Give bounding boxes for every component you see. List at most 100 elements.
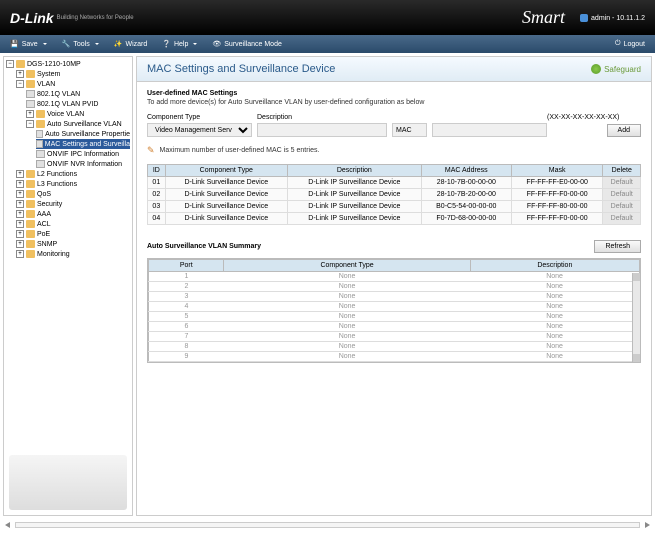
table-row: 6NoneNone xyxy=(149,322,640,332)
tree-auto-surv-prop[interactable]: Auto Surveillance Propertie xyxy=(36,129,130,139)
table-header: Description xyxy=(470,260,639,272)
surveillance-icon: 👁 xyxy=(212,40,221,48)
expand-icon[interactable]: + xyxy=(16,200,24,208)
nav-sidebar: −DGS-1210-10MP +System −VLAN 802.1Q VLAN… xyxy=(3,56,133,516)
table-cell: D-Link IP Surveillance Device xyxy=(287,189,421,201)
table-row: 1NoneNone xyxy=(149,272,640,282)
surveillance-menu[interactable]: 👁Surveillance Mode xyxy=(212,40,281,48)
tree-l2[interactable]: +L2 Functions xyxy=(16,169,130,179)
folder-icon xyxy=(26,240,35,248)
tree-l3[interactable]: +L3 Functions xyxy=(16,179,130,189)
table-row: 03D-Link Surveillance DeviceD-Link IP Su… xyxy=(148,201,641,213)
folder-icon xyxy=(26,80,35,88)
table-cell: FF-FF-FF-F0-00-00 xyxy=(511,189,603,201)
description-input[interactable] xyxy=(257,123,387,137)
scroll-right-icon[interactable] xyxy=(645,522,650,528)
table-cell: B0-C5-54-00-00-00 xyxy=(421,201,511,213)
tree-root[interactable]: −DGS-1210-10MP xyxy=(6,59,130,69)
expand-icon[interactable]: + xyxy=(16,210,24,218)
table-cell: 28-10-7B-20-00-00 xyxy=(421,189,511,201)
scrollbar[interactable] xyxy=(632,273,640,362)
tools-menu[interactable]: 🔧Tools xyxy=(62,40,99,48)
logout-icon: ⏻ xyxy=(615,40,621,48)
table-cell: D-Link Surveillance Device xyxy=(165,189,287,201)
table-cell: FF-FF-FF-F0-00-00 xyxy=(511,213,603,225)
tree-auto-surv[interactable]: −Auto Surveillance VLAN xyxy=(26,119,130,129)
admin-info: admin - 10.11.1.2 xyxy=(580,14,645,22)
expand-icon[interactable]: + xyxy=(16,70,24,78)
file-icon xyxy=(26,100,35,108)
mac-label-field[interactable] xyxy=(392,123,427,137)
save-icon: 💾 xyxy=(10,40,19,48)
logout-button[interactable]: ⏻Logout xyxy=(615,40,645,48)
table-cell: None xyxy=(470,272,639,282)
tree-voice-vlan[interactable]: +Voice VLAN xyxy=(26,109,130,119)
tree-mac-settings[interactable]: MAC Settings and Surveilla xyxy=(36,139,130,149)
table-row: 9NoneNone xyxy=(149,352,640,362)
tree-poe[interactable]: +PoE xyxy=(16,229,130,239)
help-menu[interactable]: ❔Help xyxy=(162,40,197,48)
mac-table: IDComponent TypeDescriptionMAC AddressMa… xyxy=(147,164,641,225)
wizard-menu[interactable]: ✨Wizard xyxy=(114,40,148,48)
tree-monitoring[interactable]: +Monitoring xyxy=(16,249,130,259)
component-type-select[interactable]: Video Management Server xyxy=(147,123,252,137)
table-cell: None xyxy=(224,282,470,292)
save-menu[interactable]: 💾Save xyxy=(10,40,47,48)
expand-icon[interactable]: + xyxy=(16,180,24,188)
expand-icon[interactable]: + xyxy=(26,110,34,118)
expand-icon[interactable]: + xyxy=(16,190,24,198)
table-header: ID xyxy=(148,165,166,177)
scroll-down-icon[interactable] xyxy=(633,354,640,362)
table-cell: 04 xyxy=(148,213,166,225)
table-cell: None xyxy=(224,312,470,322)
delete-cell: Default xyxy=(603,177,641,189)
expand-icon[interactable]: + xyxy=(16,170,24,178)
folder-icon xyxy=(26,70,35,78)
file-icon xyxy=(26,90,35,98)
table-cell: None xyxy=(470,302,639,312)
table-cell: 4 xyxy=(149,302,224,312)
expand-icon[interactable]: + xyxy=(16,250,24,258)
table-cell: D-Link IP Surveillance Device xyxy=(287,213,421,225)
tree-acl[interactable]: +ACL xyxy=(16,219,130,229)
tree-aaa[interactable]: +AAA xyxy=(16,209,130,219)
collapse-icon[interactable]: − xyxy=(16,80,24,88)
tree-system[interactable]: +System xyxy=(16,69,130,79)
table-cell: None xyxy=(224,352,470,362)
scroll-left-icon[interactable] xyxy=(5,522,10,528)
table-cell: 03 xyxy=(148,201,166,213)
description-label: Description xyxy=(257,114,437,121)
table-header: Mask xyxy=(511,165,603,177)
add-button[interactable]: Add xyxy=(607,124,641,137)
table-cell: None xyxy=(470,282,639,292)
table-row: 7NoneNone xyxy=(149,332,640,342)
table-cell: None xyxy=(224,302,470,312)
table-cell: 8 xyxy=(149,342,224,352)
collapse-icon[interactable]: − xyxy=(6,60,14,68)
table-cell: None xyxy=(224,272,470,282)
table-cell: 9 xyxy=(149,352,224,362)
tree-snmp[interactable]: +SNMP xyxy=(16,239,130,249)
scroll-up-icon[interactable] xyxy=(633,273,640,281)
tree-onvif-ipc[interactable]: ONVIF IPC Information xyxy=(36,149,130,159)
tree-pvid[interactable]: 802.1Q VLAN PVID xyxy=(26,99,130,109)
user-icon xyxy=(580,14,588,22)
expand-icon[interactable]: + xyxy=(16,230,24,238)
expand-icon[interactable]: + xyxy=(16,220,24,228)
table-cell: F0-7D-68-00-00-00 xyxy=(421,213,511,225)
tree-onvif-nvr[interactable]: ONVIF NVR Information xyxy=(36,159,130,169)
table-cell: D-Link IP Surveillance Device xyxy=(287,177,421,189)
table-cell: 7 xyxy=(149,332,224,342)
tree-vlan[interactable]: −VLAN xyxy=(16,79,130,89)
table-cell: FF-FF-FF-80-00-00 xyxy=(511,201,603,213)
tree-security[interactable]: +Security xyxy=(16,199,130,209)
tree-8021q[interactable]: 802.1Q VLAN xyxy=(26,89,130,99)
footer-scrollbar[interactable] xyxy=(15,522,640,528)
expand-icon[interactable]: + xyxy=(16,240,24,248)
table-cell: None xyxy=(224,292,470,302)
mac-input[interactable] xyxy=(432,123,547,137)
tree-qos[interactable]: +QoS xyxy=(16,189,130,199)
collapse-icon[interactable]: − xyxy=(26,120,34,128)
wizard-icon: ✨ xyxy=(114,40,123,48)
refresh-button[interactable]: Refresh xyxy=(594,240,641,253)
